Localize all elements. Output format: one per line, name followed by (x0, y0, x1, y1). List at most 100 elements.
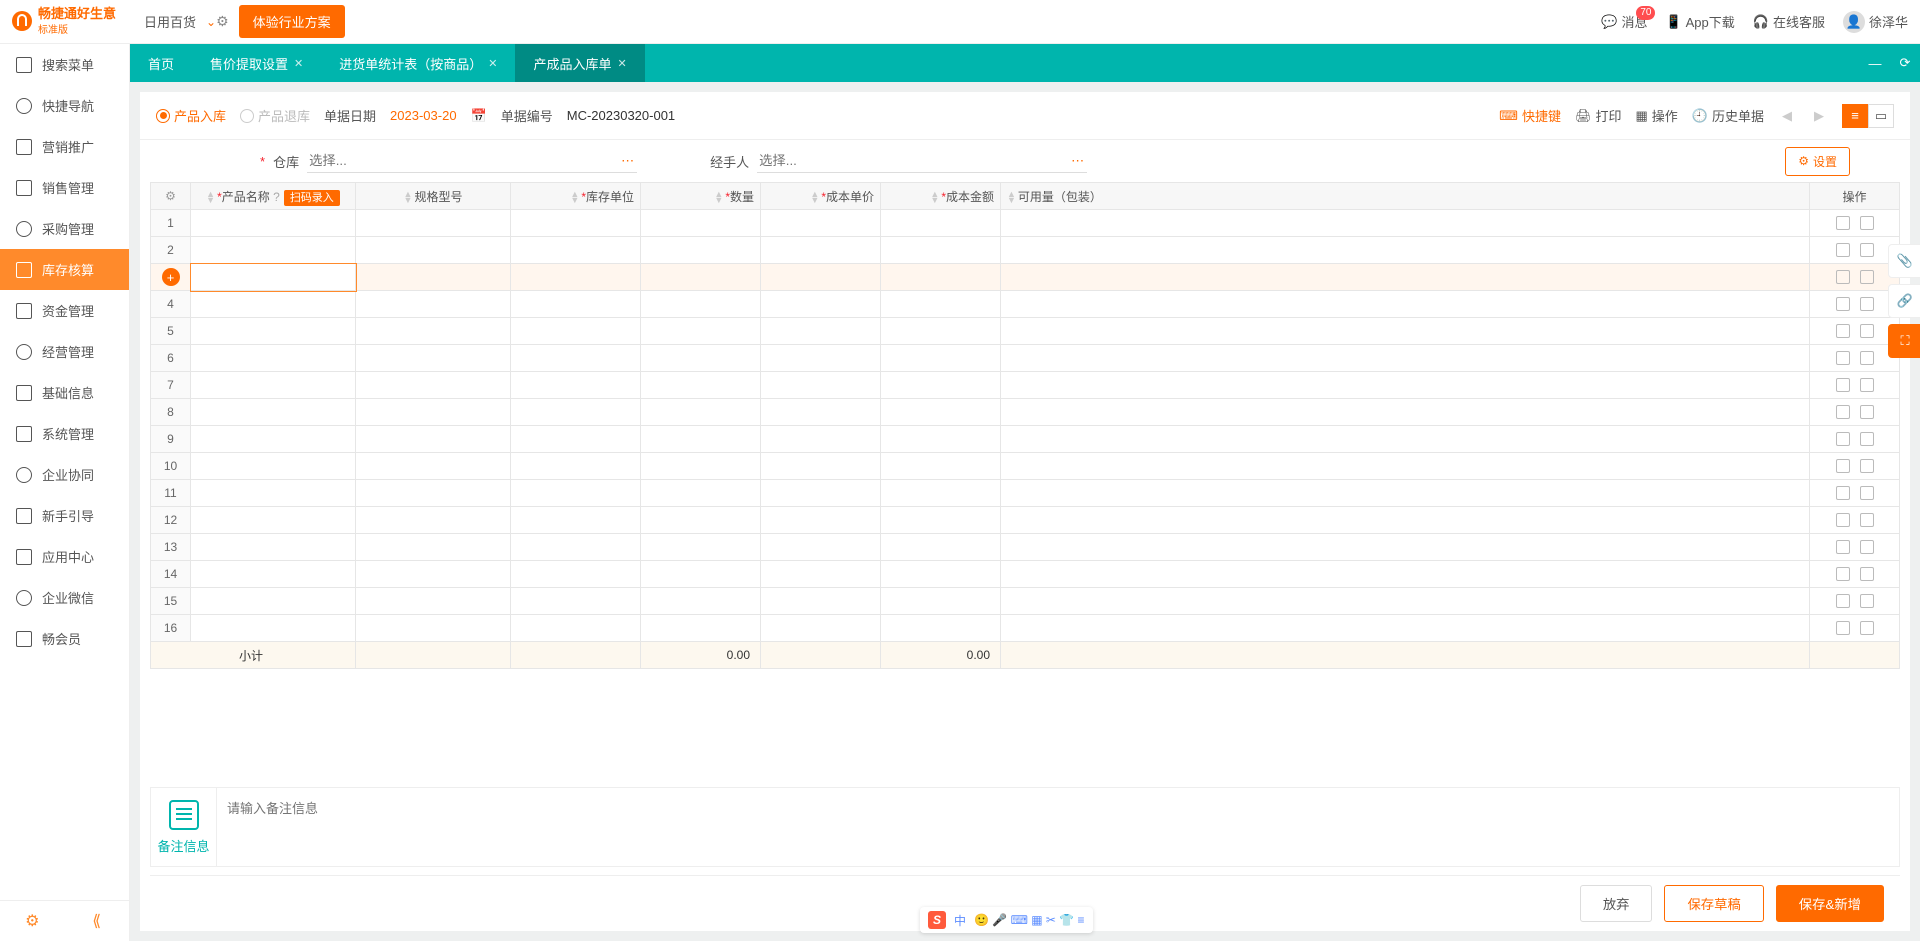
cell-qty[interactable] (641, 480, 761, 507)
sidebar-item-5[interactable]: 库存核算 (0, 249, 129, 290)
cell-spec[interactable] (356, 345, 511, 372)
cell-unit[interactable] (511, 480, 641, 507)
cell-unit[interactable] (511, 399, 641, 426)
cell-spec[interactable] (356, 237, 511, 264)
cell-qty[interactable] (641, 426, 761, 453)
cell-product-name[interactable] (191, 291, 356, 318)
print-button[interactable]: 🖨打印 (1575, 106, 1622, 125)
delete-row-icon[interactable] (1836, 540, 1850, 554)
cell-product-name[interactable] (191, 345, 356, 372)
cell-spec[interactable] (356, 561, 511, 588)
cell-qty[interactable] (641, 345, 761, 372)
delete-row-icon[interactable] (1836, 486, 1850, 500)
cell-price[interactable] (761, 210, 881, 237)
cell-spec[interactable] (356, 291, 511, 318)
delete-row-icon[interactable] (1836, 405, 1850, 419)
cell-spec[interactable] (356, 534, 511, 561)
sidebar-item-11[interactable]: 新手引导 (0, 495, 129, 536)
cell-spec[interactable] (356, 210, 511, 237)
handler-input[interactable] (757, 149, 1087, 173)
cell-amount[interactable] (881, 588, 1001, 615)
cell-amount[interactable] (881, 237, 1001, 264)
delete-row-icon[interactable] (1836, 351, 1850, 365)
copy-row-icon[interactable] (1860, 297, 1874, 311)
close-icon[interactable]: ✕ (488, 57, 497, 70)
copy-row-icon[interactable] (1860, 216, 1874, 230)
cell-price[interactable] (761, 453, 881, 480)
cell-unit[interactable] (511, 426, 641, 453)
cell-product-name[interactable] (191, 534, 356, 561)
cell-price[interactable] (761, 237, 881, 264)
table-row[interactable]: 14 (151, 561, 1900, 588)
sidebar-settings-icon[interactable]: ⚙ (0, 901, 65, 941)
sidebar-item-13[interactable]: 企业微信 (0, 577, 129, 618)
cell-amount[interactable] (881, 291, 1001, 318)
cell-qty[interactable] (641, 318, 761, 345)
app-download-button[interactable]: 📱 App下载 (1665, 12, 1734, 31)
discard-button[interactable]: 放弃 (1580, 885, 1653, 922)
cell-amount[interactable] (881, 318, 1001, 345)
view-card-button[interactable]: ▭ (1868, 104, 1894, 128)
tab-0[interactable]: 首页 (130, 44, 192, 82)
cell-qty[interactable] (641, 291, 761, 318)
table-row[interactable]: 10 (151, 453, 1900, 480)
copy-row-icon[interactable] (1860, 594, 1874, 608)
help-icon[interactable]: ? (273, 190, 280, 204)
cell-unit[interactable] (511, 372, 641, 399)
cell-unit[interactable] (511, 318, 641, 345)
cell-amount[interactable] (881, 561, 1001, 588)
warehouse-picker-icon[interactable]: ⋯ (621, 153, 634, 169)
col-amount[interactable]: ▲▼*成本金额 (881, 183, 1001, 210)
cell-price[interactable] (761, 426, 881, 453)
copy-row-icon[interactable] (1860, 432, 1874, 446)
cell-qty[interactable] (641, 210, 761, 237)
table-row[interactable]: 9 (151, 426, 1900, 453)
prev-doc-button[interactable]: ◀ (1778, 108, 1796, 124)
next-doc-button[interactable]: ▶ (1810, 108, 1828, 124)
delete-row-icon[interactable] (1836, 297, 1850, 311)
delete-row-icon[interactable] (1836, 432, 1850, 446)
cell-product-name[interactable] (191, 399, 356, 426)
cell-price[interactable] (761, 291, 881, 318)
delete-row-icon[interactable] (1836, 216, 1850, 230)
table-row[interactable]: 5 (151, 318, 1900, 345)
remark-input[interactable] (217, 788, 1899, 866)
column-config-icon[interactable]: ⚙ (165, 189, 176, 203)
col-spec[interactable]: ▲▼规格型号 (356, 183, 511, 210)
cell-price[interactable] (761, 534, 881, 561)
cell-qty[interactable] (641, 534, 761, 561)
cell-product-name[interactable] (191, 264, 356, 291)
cell-qty[interactable] (641, 453, 761, 480)
cell-price[interactable] (761, 399, 881, 426)
table-row[interactable]: 16 (151, 615, 1900, 642)
table-row[interactable]: 4 (151, 291, 1900, 318)
cell-unit[interactable] (511, 345, 641, 372)
sidebar-collapse-icon[interactable]: ⟪ (65, 901, 130, 941)
tab-1[interactable]: 售价提取设置✕ (192, 44, 321, 82)
cell-product-name[interactable] (191, 426, 356, 453)
cell-unit[interactable] (511, 210, 641, 237)
col-available[interactable]: ▲▼可用量（包装） (1001, 183, 1810, 210)
delete-row-icon[interactable] (1836, 270, 1850, 284)
tab-refresh-button[interactable]: ⟳ (1890, 44, 1920, 82)
cell-price[interactable] (761, 372, 881, 399)
cell-product-name[interactable] (191, 615, 356, 642)
delete-row-icon[interactable] (1836, 243, 1850, 257)
cell-product-name[interactable] (191, 237, 356, 264)
sidebar-item-10[interactable]: 企业协同 (0, 454, 129, 495)
biz-settings-icon[interactable]: ⚙ (216, 13, 229, 30)
sidebar-item-14[interactable]: 畅会员 (0, 618, 129, 659)
warehouse-input[interactable] (307, 149, 637, 173)
delete-row-icon[interactable] (1836, 378, 1850, 392)
cell-price[interactable] (761, 507, 881, 534)
shortcut-button[interactable]: ⌨快捷键 (1499, 106, 1561, 125)
scan-entry-button[interactable]: 扫码录入 (284, 190, 340, 206)
cell-unit[interactable] (511, 453, 641, 480)
save-new-button[interactable]: 保存&新增 (1776, 885, 1884, 922)
cell-unit[interactable] (511, 507, 641, 534)
close-icon[interactable]: ✕ (618, 57, 627, 70)
delete-row-icon[interactable] (1836, 567, 1850, 581)
calendar-icon[interactable]: 📅 (471, 108, 487, 124)
sidebar-item-7[interactable]: 经营管理 (0, 331, 129, 372)
cell-amount[interactable] (881, 210, 1001, 237)
